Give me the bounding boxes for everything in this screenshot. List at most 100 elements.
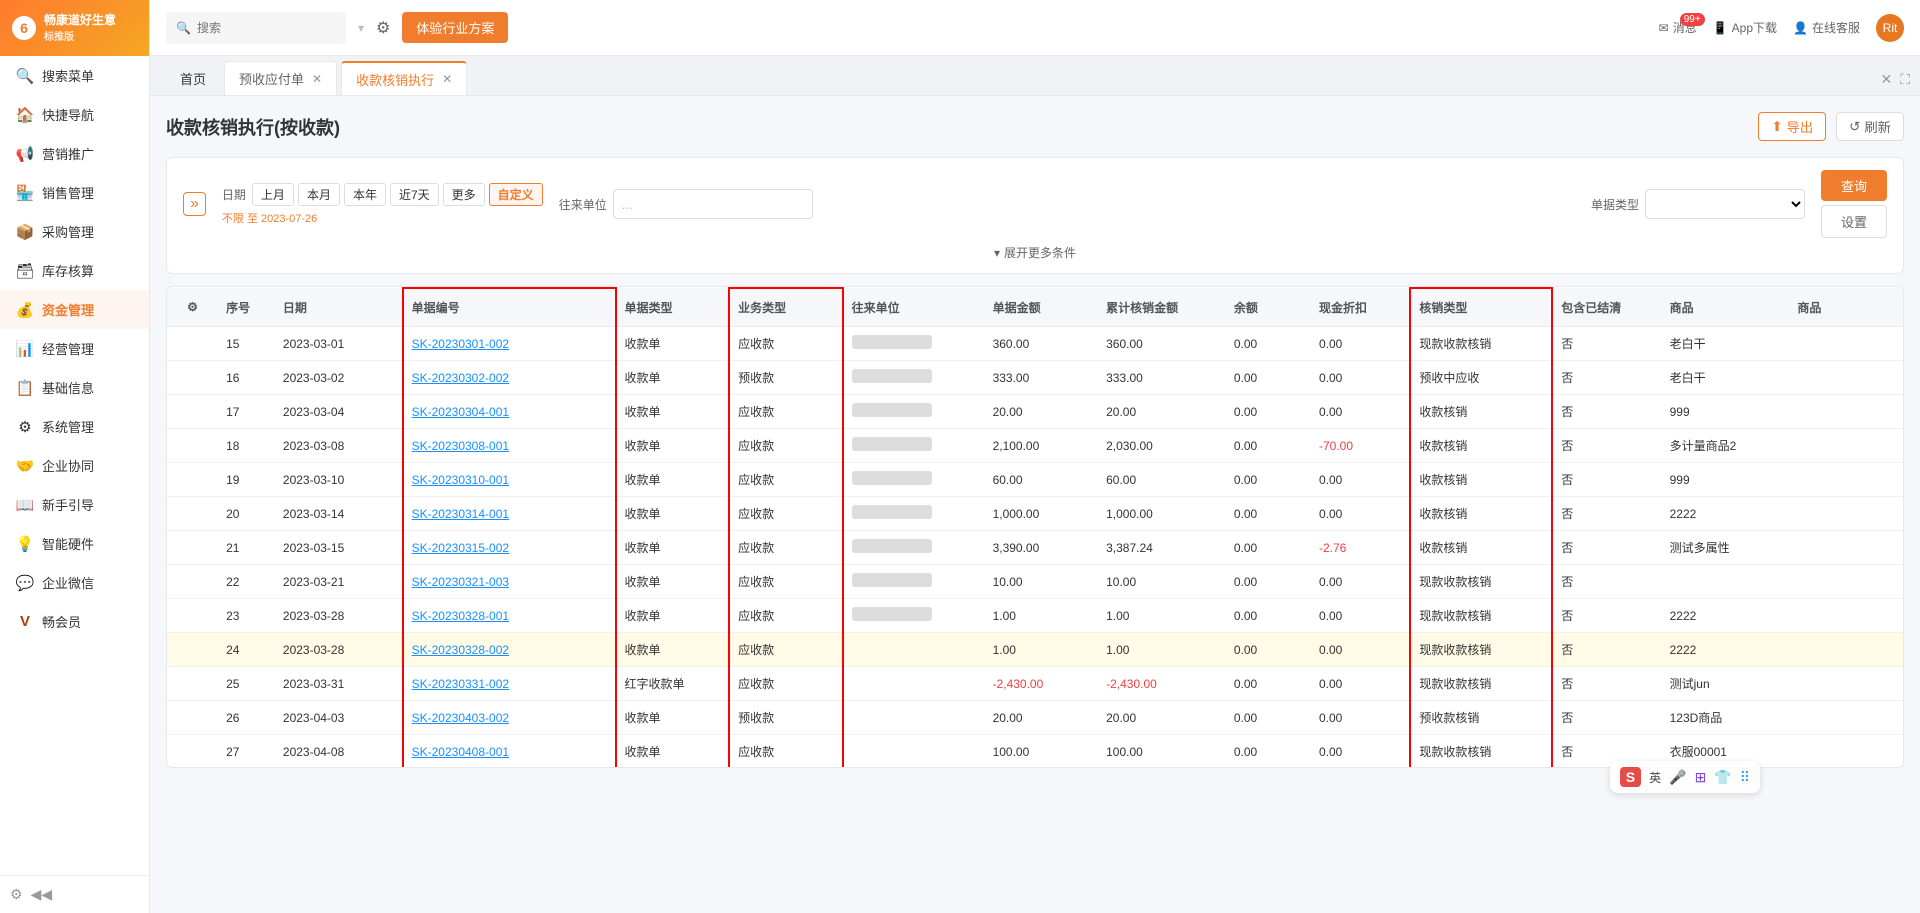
table-row: 152023-03-01SK-20230301-002收款单应收款360.003… [167, 327, 1903, 361]
doc-no-link[interactable]: SK-20230310-001 [412, 473, 509, 487]
sidebar-item-sales[interactable]: 🏪 销售管理 [0, 173, 149, 212]
topbar-search-icon: 🔍 [176, 21, 191, 35]
doctype-select[interactable] [1645, 189, 1805, 219]
doc-no-link[interactable]: SK-20230328-001 [412, 609, 509, 623]
tab-prepay-close[interactable]: ✕ [312, 72, 322, 86]
table-cell: 收款单 [616, 327, 730, 361]
message-btn[interactable]: ✉ 消息 99+ [1659, 19, 1697, 36]
user-avatar[interactable]: Rit [1876, 14, 1904, 42]
sidebar-item-member[interactable]: V 畅会员 [0, 602, 149, 641]
table-cell: 2,030.00 [1098, 429, 1226, 463]
doc-no-link[interactable]: SK-20230328-002 [412, 643, 509, 657]
table-cell: 0.00 [1226, 327, 1311, 361]
data-table-wrap: ⚙ 序号 日期 单据编号 单据类型 业务类型 往来单位 单据金额 累计核销金额 … [166, 286, 1904, 768]
table-cell: 应收款 [729, 497, 843, 531]
expand-tabs-icon[interactable]: ⛶ [1900, 70, 1910, 87]
online-service-btn[interactable]: 👤 在线客服 [1793, 19, 1860, 36]
apps-icon[interactable]: ⠿ [1740, 769, 1750, 786]
sidebar-item-quicknav[interactable]: 🏠 快捷导航 [0, 95, 149, 134]
table-row: 182023-03-08SK-20230308-001收款单应收款2,100.0… [167, 429, 1903, 463]
table-cell [1789, 599, 1903, 633]
table-cell: SK-20230310-001 [403, 463, 616, 497]
gear-icon[interactable]: ⚙ [376, 18, 390, 38]
table-cell [167, 701, 218, 735]
export-button[interactable]: ⬆ 导出 [1758, 112, 1826, 141]
close-all-icon[interactable]: ✕ [1880, 70, 1892, 87]
date-btn-this-month[interactable]: 本月 [298, 183, 340, 206]
tab-prepay[interactable]: 预收应付单 ✕ [224, 61, 337, 95]
doc-no-link[interactable]: SK-20230321-003 [412, 575, 509, 589]
collapse-icon[interactable]: ◀◀ [31, 886, 53, 903]
sidebar-item-system[interactable]: ⚙ 系统管理 [0, 407, 149, 446]
table-cell: 0.00 [1311, 327, 1410, 361]
setting-button[interactable]: 设置 [1821, 205, 1887, 238]
topbar-search-input[interactable] [197, 21, 336, 35]
table-cell: 0.00 [1311, 565, 1410, 599]
sidebar-item-operation[interactable]: 📊 经营管理 [0, 329, 149, 368]
query-button[interactable]: 查询 [1821, 170, 1887, 201]
table-cell [1789, 361, 1903, 395]
sidebar-item-label: 智能硬件 [42, 534, 94, 553]
table-cell: 0.00 [1226, 599, 1311, 633]
doc-no-link[interactable]: SK-20230304-001 [412, 405, 509, 419]
sidebar-item-marketing[interactable]: 📢 营销推广 [0, 134, 149, 173]
partner-input-box[interactable]: ... [613, 189, 813, 219]
expand-more-btn[interactable]: ▾ 展开更多条件 [183, 244, 1887, 261]
table-row: 192023-03-10SK-20230310-001收款单应收款60.0060… [167, 463, 1903, 497]
tab-collection-close[interactable]: ✕ [442, 72, 452, 86]
grid-icon[interactable]: ⊞ [1695, 769, 1707, 786]
sidebar-item-inventory[interactable]: 🗃 库存核算 [0, 251, 149, 290]
sidebar-item-finance[interactable]: 💰 资金管理 [0, 290, 149, 329]
table-cell: 应收款 [729, 667, 843, 701]
mic-icon[interactable]: 🎤 [1669, 769, 1686, 786]
date-btn-last-month[interactable]: 上月 [252, 183, 294, 206]
table-cell: 2023-03-15 [275, 531, 403, 565]
doc-no-link[interactable]: SK-20230331-002 [412, 677, 509, 691]
doc-no-link[interactable]: SK-20230315-002 [412, 541, 509, 555]
shirt-icon[interactable]: 👕 [1714, 769, 1731, 786]
date-btn-this-year[interactable]: 本年 [344, 183, 386, 206]
sidebar-item-search[interactable]: 🔍 搜索菜单 [0, 56, 149, 95]
table-cell [843, 667, 985, 701]
table-cell: 0.00 [1226, 667, 1311, 701]
sidebar-item-corp[interactable]: 🤝 企业协同 [0, 446, 149, 485]
logo-sub: 标推版 [44, 28, 116, 43]
doc-no-link[interactable]: SK-20230301-002 [412, 337, 509, 351]
sidebar-item-wechat[interactable]: 💬 企业微信 [0, 563, 149, 602]
solution-button[interactable]: 体验行业方案 [402, 12, 508, 43]
table-cell: 收款核销 [1410, 429, 1552, 463]
sidebar-item-guide[interactable]: 📖 新手引导 [0, 485, 149, 524]
date-btn-custom[interactable]: 自定义 [489, 183, 543, 206]
doc-no-link[interactable]: SK-20230308-001 [412, 439, 509, 453]
topbar: 🔍 ▾ ⚙ 体验行业方案 ✉ 消息 99+ 📱 App下载 👤 在线客服 Rit [150, 0, 1920, 56]
doc-no-link[interactable]: SK-20230314-001 [412, 507, 509, 521]
app-download-btn[interactable]: 📱 App下载 [1713, 19, 1777, 36]
col-gear[interactable]: ⚙ [167, 288, 218, 327]
table-cell: SK-20230328-002 [403, 633, 616, 667]
table-cell [1789, 565, 1903, 599]
doc-no-link[interactable]: SK-20230408-001 [412, 745, 509, 759]
orange-collapse-icon[interactable]: » [183, 192, 206, 216]
date-btn-more[interactable]: 更多 [443, 183, 485, 206]
date-btn-7days[interactable]: 近7天 [390, 183, 439, 206]
sidebar-item-label: 新手引导 [42, 495, 94, 514]
settings-icon[interactable]: ⚙ [10, 886, 23, 903]
tab-home[interactable]: 首页 [166, 61, 220, 95]
table-cell [1789, 667, 1903, 701]
table-cell: 多计量商品2 [1662, 429, 1790, 463]
doc-no-link[interactable]: SK-20230403-002 [412, 711, 509, 725]
blurred-partner [852, 437, 932, 451]
doc-no-link[interactable]: SK-20230302-002 [412, 371, 509, 385]
refresh-button[interactable]: ↺ 刷新 [1836, 112, 1904, 141]
table-cell: SK-20230328-001 [403, 599, 616, 633]
sidebar-item-purchase[interactable]: 📦 采购管理 [0, 212, 149, 251]
sidebar-item-hardware[interactable]: 💡 智能硬件 [0, 524, 149, 563]
table-cell: 21 [218, 531, 275, 565]
sidebar-item-basic[interactable]: 📋 基础信息 [0, 368, 149, 407]
blurred-partner [852, 539, 932, 553]
table-cell: 收款单 [616, 463, 730, 497]
tab-collection[interactable]: 收款核销执行 ✕ [341, 61, 467, 95]
table-cell [167, 667, 218, 701]
topbar-search-box[interactable]: 🔍 [166, 12, 346, 44]
table-cell: 2023-03-10 [275, 463, 403, 497]
